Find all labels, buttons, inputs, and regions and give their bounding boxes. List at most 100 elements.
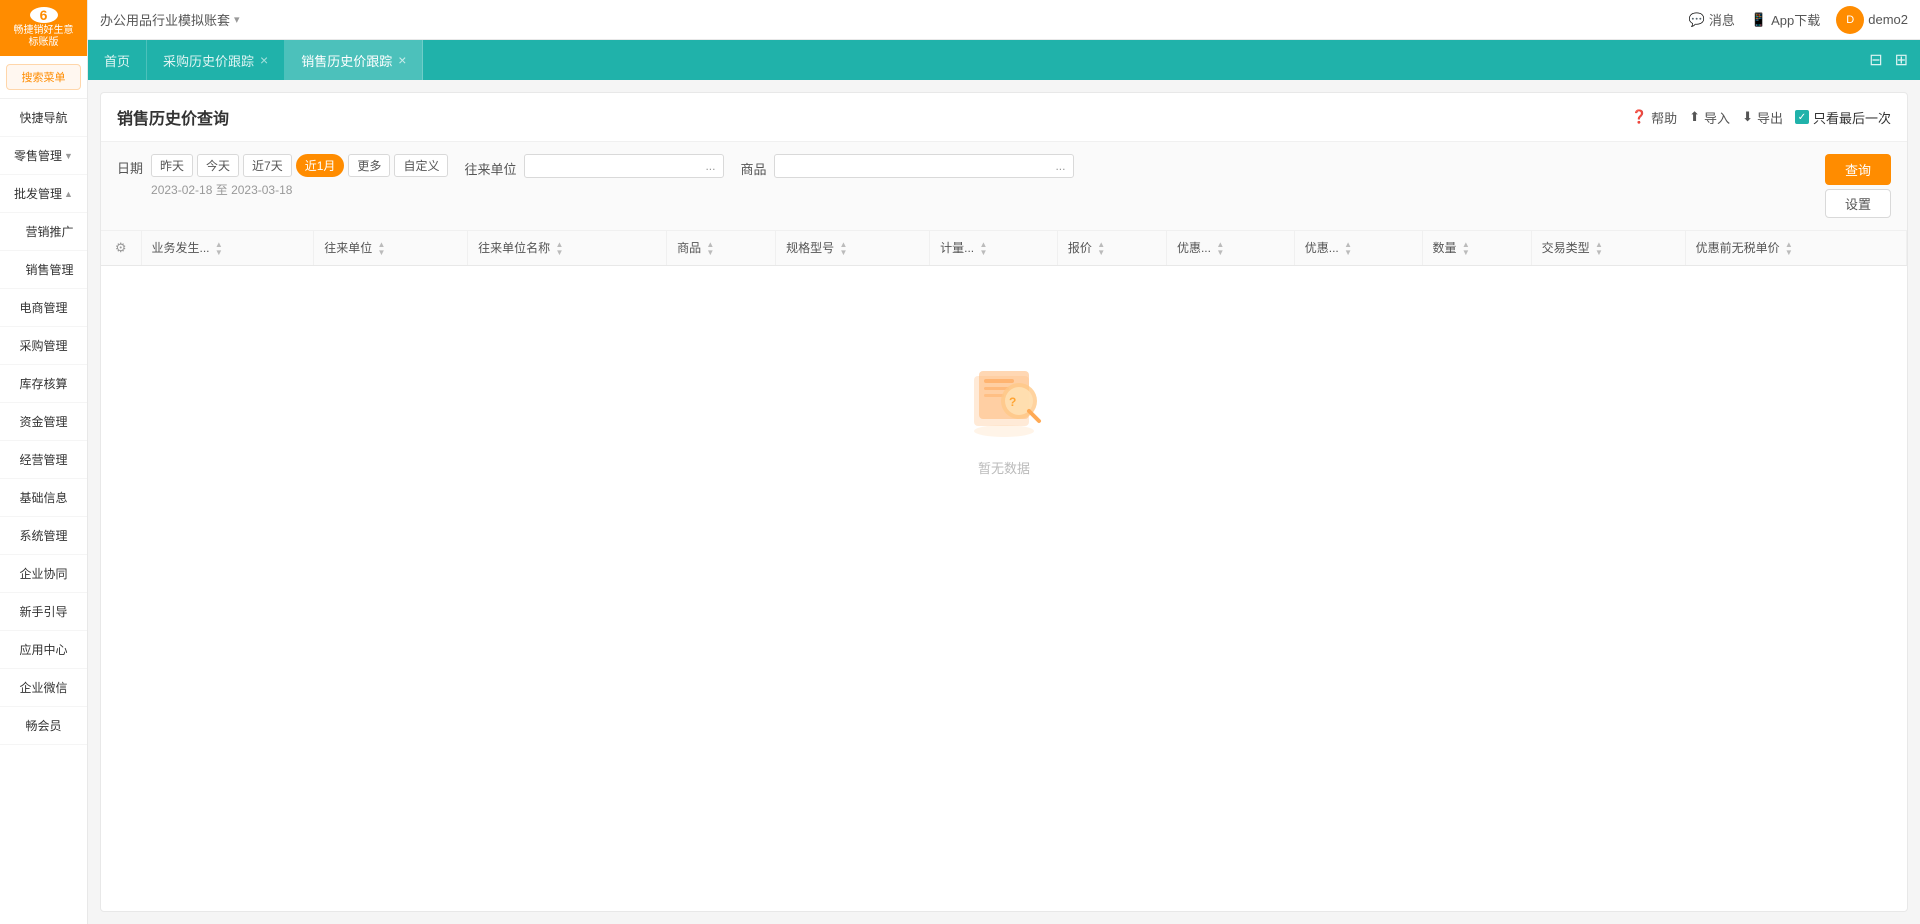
sidebar-item-qiyexietong[interactable]: 企业协同: [0, 555, 87, 593]
export-button[interactable]: ⬇ 导出: [1742, 108, 1783, 127]
sidebar-item-lingshouguan[interactable]: 零售管理 ▼: [0, 137, 87, 175]
date-btn-last1month[interactable]: 近1月: [296, 154, 345, 177]
sidebar-item-changhui[interactable]: 畅会员: [0, 707, 87, 745]
sidebar-item-yingyongzhongxin[interactable]: 应用中心: [0, 631, 87, 669]
page-header: 销售历史价查询 ❓ 帮助 ⬆ 导入 ⬇ 导出 ✓: [101, 93, 1907, 142]
user-menu[interactable]: D demo2: [1836, 6, 1908, 34]
col-settings[interactable]: ⚙: [101, 231, 141, 265]
checkbox-icon: ✓: [1795, 110, 1809, 124]
sidebar-item-qiyeweixin[interactable]: 企业微信: [0, 669, 87, 707]
tab-close-purchase[interactable]: ×: [260, 53, 268, 67]
query-button[interactable]: 查询: [1825, 154, 1891, 185]
table-header-row: ⚙ 业务发生... ▲▼ 往来单位 ▲▼ 往来单位名称: [101, 231, 1907, 265]
topbar-title: 办公用品行业模拟账套 ▾: [100, 10, 240, 29]
tabs-bar: 首页 采购历史价跟踪 × 销售历史价跟踪 × ⊟ ⊞: [88, 40, 1920, 80]
empty-text: 暂无数据: [978, 458, 1030, 477]
sidebar-search-section: 搜索菜单: [0, 56, 87, 99]
col-unit[interactable]: 计量... ▲▼: [930, 231, 1058, 265]
col-spec[interactable]: 规格型号 ▲▼: [776, 231, 930, 265]
table-header: ⚙ 业务发生... ▲▼ 往来单位 ▲▼ 往来单位名称: [101, 231, 1907, 265]
sort-icon: ▲▼: [556, 241, 564, 257]
sidebar-item-xitongguanli[interactable]: 系统管理: [0, 517, 87, 555]
col-partner-code[interactable]: 往来单位 ▲▼: [314, 231, 468, 265]
tabs-actions: ⊟ ⊞: [1857, 40, 1920, 80]
chevron-up-icon: ▲: [64, 189, 73, 199]
date-btn-more[interactable]: 更多: [348, 154, 390, 177]
col-business-date[interactable]: 业务发生... ▲▼: [141, 231, 314, 265]
tab-purchase-history[interactable]: 采购历史价跟踪 ×: [147, 40, 285, 80]
sidebar-item-xinshouyindao[interactable]: 新手引导: [0, 593, 87, 631]
topbar-dropdown-arrow[interactable]: ▾: [234, 13, 240, 26]
partner-input[interactable]: ...: [524, 154, 724, 178]
chevron-down-icon: ▼: [64, 151, 73, 161]
sidebar-item-jichuxinxi[interactable]: 基础信息: [0, 479, 87, 517]
partner-label: 往来单位: [464, 159, 516, 178]
sort-icon: ▲▼: [1462, 241, 1470, 257]
sidebar-item-jingyingguan[interactable]: 经营管理: [0, 441, 87, 479]
sort-icon: ▲▼: [1097, 241, 1105, 257]
tab-sales-history[interactable]: 销售历史价跟踪 ×: [285, 40, 423, 80]
help-button[interactable]: ❓ 帮助: [1631, 108, 1677, 127]
date-options: 昨天 今天 近7天 近1月 更多 自定义 2023-02-18 至 2023-0…: [151, 154, 448, 198]
search-menu-button[interactable]: 搜索菜单: [6, 64, 81, 90]
date-range-text: 2023-02-18 至 2023-03-18: [151, 181, 448, 198]
table-container: ⚙ 业务发生... ▲▼ 往来单位 ▲▼ 往来单位名称: [101, 231, 1907, 266]
message-button[interactable]: 💬 消息: [1689, 10, 1735, 29]
date-filter-group: 日期 昨天 今天 近7天 近1月 更多 自定义 2023-02-18 至 202…: [117, 154, 448, 198]
sidebar-item-kukonghe[interactable]: 库存核算: [0, 365, 87, 403]
export-icon: ⬇: [1742, 109, 1753, 125]
date-buttons: 昨天 今天 近7天 近1月 更多 自定义: [151, 154, 448, 177]
goods-input[interactable]: ...: [774, 154, 1074, 178]
topbar: 办公用品行业模拟账套 ▾ 💬 消息 📱 App下载 D demo2: [88, 0, 1920, 40]
partner-filter-group: 往来单位 ...: [464, 154, 724, 178]
tab-minimize-button[interactable]: ⊟: [1865, 48, 1886, 72]
tab-close-sales[interactable]: ×: [398, 53, 406, 67]
sidebar-item-kuaijie[interactable]: 快捷导航: [0, 99, 87, 137]
phone-icon: 📱: [1751, 12, 1767, 28]
col-pretax-price[interactable]: 优惠前无税单价 ▲▼: [1685, 231, 1906, 265]
empty-illustration: ?: [954, 346, 1054, 446]
partner-input-dots: ...: [705, 159, 715, 173]
sort-icon: ▲▼: [1216, 241, 1224, 257]
sort-icon: ▲▼: [839, 241, 847, 257]
col-quoted-price[interactable]: 报价 ▲▼: [1057, 231, 1166, 265]
import-button[interactable]: ⬆ 导入: [1689, 108, 1730, 127]
col-trade-type[interactable]: 交易类型 ▲▼: [1531, 231, 1685, 265]
settings-button[interactable]: 设置: [1825, 189, 1891, 218]
sort-icon: ▲▼: [378, 241, 386, 257]
settings-icon[interactable]: ⚙: [115, 240, 127, 255]
sidebar-item-zijinguan[interactable]: 资金管理: [0, 403, 87, 441]
sort-icon: ▲▼: [706, 241, 714, 257]
col-discount1[interactable]: 优惠... ▲▼: [1166, 231, 1294, 265]
only-last-checkbox[interactable]: ✓ 只看最后一次: [1795, 108, 1891, 127]
app-download-button[interactable]: 📱 App下载: [1751, 10, 1820, 29]
col-partner-name[interactable]: 往来单位名称 ▲▼: [468, 231, 667, 265]
sidebar-item-pifaguan[interactable]: 批发管理 ▲: [0, 175, 87, 213]
goods-label: 商品: [740, 159, 766, 178]
col-goods[interactable]: 商品 ▲▼: [667, 231, 776, 265]
import-icon: ⬆: [1689, 109, 1700, 125]
message-icon: 💬: [1689, 12, 1705, 28]
sidebar-item-yingxiao[interactable]: 营销推广: [0, 213, 87, 251]
sidebar-item-caigouguan[interactable]: 采购管理: [0, 327, 87, 365]
sidebar-item-xiaoshouguan[interactable]: 销售管理: [0, 251, 87, 289]
page-card: 销售历史价查询 ❓ 帮助 ⬆ 导入 ⬇ 导出 ✓: [100, 92, 1908, 912]
tab-maximize-button[interactable]: ⊞: [1891, 48, 1912, 72]
date-btn-today[interactable]: 今天: [197, 154, 239, 177]
page-header-actions: ❓ 帮助 ⬆ 导入 ⬇ 导出 ✓ 只看最后一次: [1631, 108, 1891, 127]
logo-icon: 6: [30, 7, 58, 23]
date-btn-yesterday[interactable]: 昨天: [151, 154, 193, 177]
col-quantity[interactable]: 数量 ▲▼: [1422, 231, 1531, 265]
goods-filter-group: 商品 ...: [740, 154, 1074, 178]
date-btn-last7days[interactable]: 近7天: [243, 154, 292, 177]
sidebar-item-dianshangguan[interactable]: 电商管理: [0, 289, 87, 327]
sort-icon: ▲▼: [1595, 241, 1603, 257]
filter-bar: 日期 昨天 今天 近7天 近1月 更多 自定义 2023-02-18 至 202…: [101, 142, 1907, 231]
date-btn-custom[interactable]: 自定义: [394, 154, 448, 177]
goods-input-dots: ...: [1055, 159, 1065, 173]
sort-icon: ▲▼: [215, 241, 223, 257]
tab-home[interactable]: 首页: [88, 40, 147, 80]
main-area: 办公用品行业模拟账套 ▾ 💬 消息 📱 App下载 D demo2 首页: [88, 0, 1920, 924]
col-discount2[interactable]: 优惠... ▲▼: [1294, 231, 1422, 265]
page-title: 销售历史价查询: [117, 105, 229, 129]
